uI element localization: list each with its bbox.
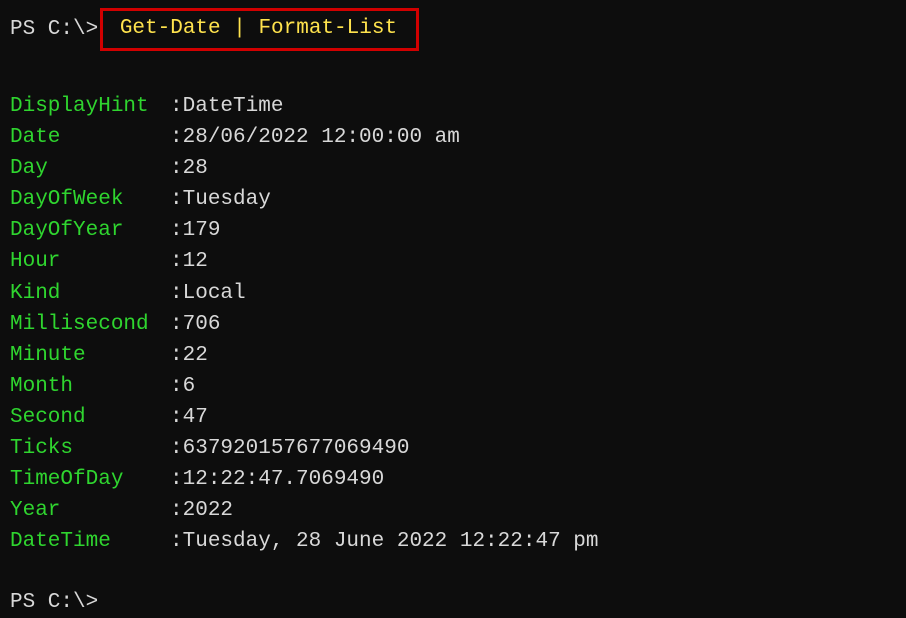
property-value: 6 <box>183 371 599 402</box>
property-name: DayOfWeek <box>10 184 170 215</box>
output-row: DateTime :Tuesday, 28 June 2022 12:22:47… <box>10 526 598 557</box>
property-value: 12 <box>183 246 599 277</box>
property-value: 2022 <box>183 495 599 526</box>
command-line[interactable]: PS C:\> Get-Date | Format-List <box>10 8 896 51</box>
property-separator: : <box>170 278 183 309</box>
property-value: 47 <box>183 402 599 433</box>
property-separator: : <box>170 246 183 277</box>
property-value: 12:22:47.7069490 <box>183 464 599 495</box>
property-separator: : <box>170 526 183 557</box>
property-separator: : <box>170 153 183 184</box>
property-name: Second <box>10 402 170 433</box>
output-row: Ticks :637920157677069490 <box>10 433 598 464</box>
output-row: Minute :22 <box>10 340 598 371</box>
output-row: Year :2022 <box>10 495 598 526</box>
property-value: Tuesday, 28 June 2022 12:22:47 pm <box>183 526 599 557</box>
output-row: DisplayHint :DateTime <box>10 91 598 122</box>
property-separator: : <box>170 371 183 402</box>
output-row: TimeOfDay :12:22:47.7069490 <box>10 464 598 495</box>
property-name: Millisecond <box>10 309 170 340</box>
property-value: Tuesday <box>183 184 599 215</box>
prompt-prefix: PS C:\> <box>10 14 98 45</box>
output-row: Month :6 <box>10 371 598 402</box>
property-separator: : <box>170 184 183 215</box>
property-name: Hour <box>10 246 170 277</box>
property-name: Ticks <box>10 433 170 464</box>
property-value: 179 <box>183 215 599 246</box>
output-row: Millisecond :706 <box>10 309 598 340</box>
property-separator: : <box>170 122 183 153</box>
property-separator: : <box>170 495 183 526</box>
output-table: DisplayHint :DateTimeDate :28/06/2022 12… <box>10 91 598 557</box>
property-separator: : <box>170 309 183 340</box>
property-name: Kind <box>10 278 170 309</box>
output-row: DayOfWeek :Tuesday <box>10 184 598 215</box>
property-separator: : <box>170 464 183 495</box>
property-value: DateTime <box>183 91 599 122</box>
property-name: DayOfYear <box>10 215 170 246</box>
property-name: DateTime <box>10 526 170 557</box>
property-name: Date <box>10 122 170 153</box>
command-highlight-box: Get-Date | Format-List <box>100 8 418 51</box>
property-separator: : <box>170 402 183 433</box>
output-row: Day :28 <box>10 153 598 184</box>
property-separator: : <box>170 340 183 371</box>
blank-line <box>10 61 896 91</box>
property-name: Month <box>10 371 170 402</box>
property-name: DisplayHint <box>10 91 170 122</box>
command-text: Get-Date | Format-List <box>107 17 409 40</box>
property-separator: : <box>170 433 183 464</box>
property-name: TimeOfDay <box>10 464 170 495</box>
property-separator: : <box>170 91 183 122</box>
property-name: Year <box>10 495 170 526</box>
final-prompt[interactable]: PS C:\> <box>10 587 896 618</box>
output-row: Hour :12 <box>10 246 598 277</box>
property-value: 28/06/2022 12:00:00 am <box>183 122 599 153</box>
property-value: 706 <box>183 309 599 340</box>
output-row: Date :28/06/2022 12:00:00 am <box>10 122 598 153</box>
output-row: DayOfYear :179 <box>10 215 598 246</box>
property-value: Local <box>183 278 599 309</box>
property-separator: : <box>170 215 183 246</box>
output-row: Second :47 <box>10 402 598 433</box>
property-value: 28 <box>183 153 599 184</box>
property-name: Day <box>10 153 170 184</box>
property-name: Minute <box>10 340 170 371</box>
output-row: Kind :Local <box>10 278 598 309</box>
property-value: 22 <box>183 340 599 371</box>
property-value: 637920157677069490 <box>183 433 599 464</box>
